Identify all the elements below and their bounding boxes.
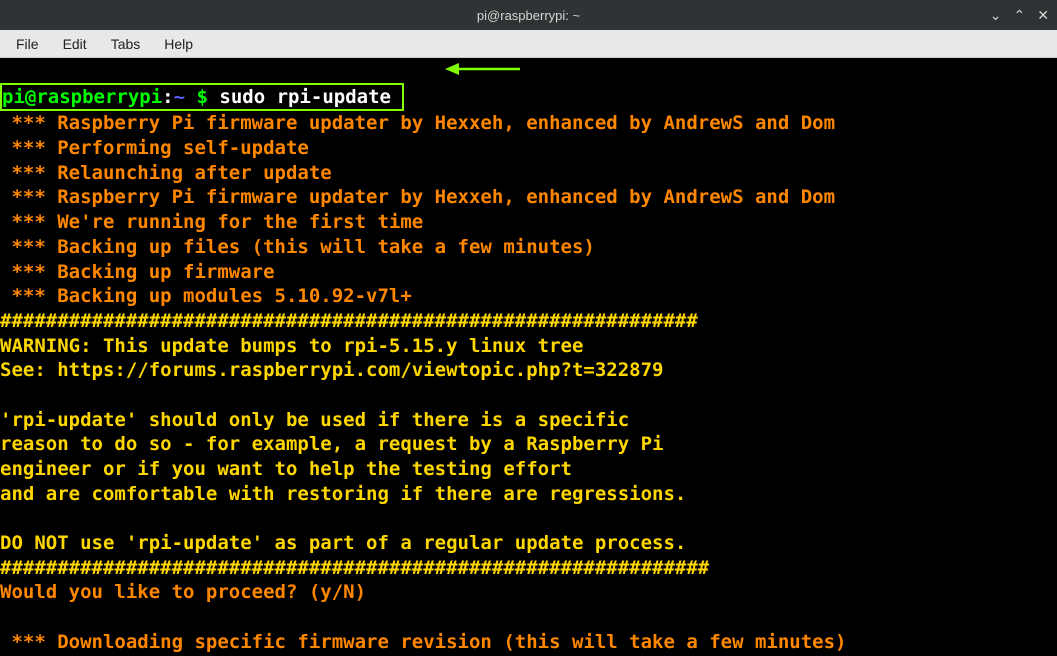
window-controls: ⌄ ⌃ ✕ (990, 7, 1049, 24)
prompt-user-host: pi@raspberrypi (2, 86, 162, 108)
menu-edit[interactable]: Edit (53, 32, 97, 56)
output-line: *** Relaunching after update (0, 162, 332, 184)
menu-help[interactable]: Help (154, 32, 203, 56)
close-icon[interactable]: ✕ (1037, 7, 1049, 24)
output-line: *** Backing up modules 5.10.92-v7l+ (0, 285, 412, 307)
output-advice: reason to do so - for example, a request… (0, 433, 663, 455)
maximize-icon[interactable]: ⌃ (1014, 7, 1026, 24)
menu-file[interactable]: File (6, 32, 49, 56)
output-proceed-prompt: Would you like to proceed? (y/N) (0, 581, 366, 603)
output-line: *** Raspberry Pi firmware updater by Hex… (0, 112, 835, 134)
prompt-colon: : (162, 86, 173, 108)
output-line: *** We're running for the first time (0, 211, 423, 233)
minimize-icon[interactable]: ⌄ (990, 7, 1002, 24)
menu-tabs[interactable]: Tabs (101, 32, 151, 56)
window-titlebar: pi@raspberrypi: ~ ⌄ ⌃ ✕ (0, 0, 1057, 30)
output-hashes: ########################################… (0, 310, 698, 332)
command-highlight-box: pi@raspberrypi:~ $ sudo rpi-update (0, 83, 404, 112)
output-advice: and are comfortable with restoring if th… (0, 483, 686, 505)
output-download: *** Downloading specific firmware revisi… (0, 631, 846, 653)
output-advice: 'rpi-update' should only be used if ther… (0, 409, 629, 431)
output-line: *** Raspberry Pi firmware updater by Hex… (0, 186, 835, 208)
window-title: pi@raspberrypi: ~ (477, 8, 580, 23)
menubar: File Edit Tabs Help (0, 30, 1057, 58)
output-line: *** Backing up firmware (0, 261, 275, 283)
prompt-command: sudo rpi-update (219, 86, 391, 108)
prompt-path: ~ (174, 86, 185, 108)
prompt-dollar: $ (185, 86, 219, 108)
output-advice: engineer or if you want to help the test… (0, 458, 572, 480)
output-hashes: ########################################… (0, 557, 709, 579)
output-line: *** Performing self-update (0, 137, 309, 159)
terminal-area[interactable]: pi@raspberrypi:~ $ sudo rpi-update *** R… (0, 58, 1057, 656)
output-warning: See: https://forums.raspberrypi.com/view… (0, 359, 663, 381)
output-warning: WARNING: This update bumps to rpi-5.15.y… (0, 335, 583, 357)
output-donot: DO NOT use 'rpi-update' as part of a reg… (0, 532, 686, 554)
output-line: *** Backing up files (this will take a f… (0, 236, 595, 258)
